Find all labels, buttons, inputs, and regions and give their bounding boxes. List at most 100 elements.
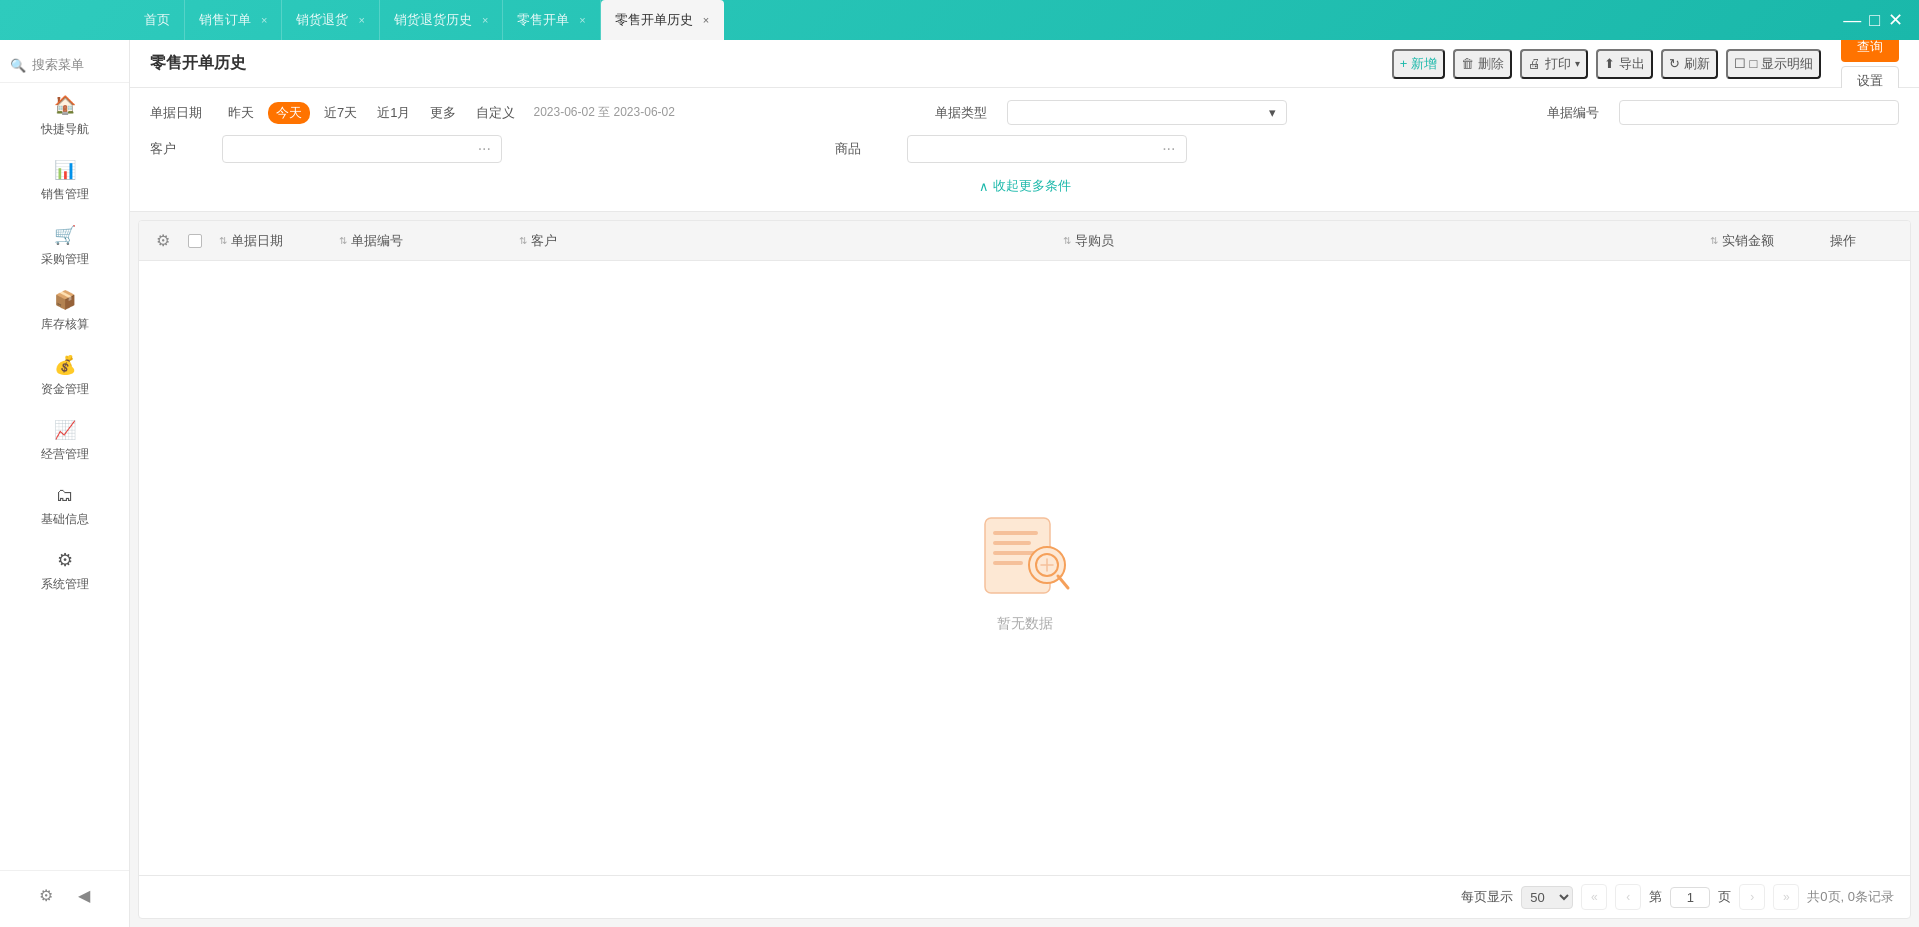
type-filter-label: 单据类型 [935, 104, 991, 122]
sidebar-item-sales-mgmt[interactable]: 📊 销售管理 [0, 148, 129, 213]
table-select-all[interactable] [179, 234, 211, 248]
th-guide[interactable]: ⇅ 导购员 [1055, 232, 1175, 250]
svg-rect-2 [993, 541, 1031, 545]
tab-retail-open-history[interactable]: 零售开单历史 × [601, 0, 724, 40]
date-opt-custom[interactable]: 自定义 [470, 102, 521, 124]
main-layout: 🔍 搜索菜单 🏠 快捷导航 📊 销售管理 🛒 采购管理 📦 库存核算 💰 资金管… [0, 40, 1919, 927]
sidebar-item-sys-mgmt[interactable]: ⚙ 系统管理 [0, 538, 129, 603]
tab-retail-open-history-close[interactable]: × [703, 14, 709, 26]
per-page-label: 每页显示 [1461, 888, 1513, 906]
sidebar-bottom: ⚙ ◀ [0, 870, 129, 919]
sidebar-item-business[interactable]: 📈 经营管理 [0, 408, 129, 473]
prev-page-btn[interactable]: ‹ [1615, 884, 1641, 910]
product-filter-label: 商品 [835, 140, 891, 158]
sidebar-item-base-info[interactable]: 🗂 基础信息 [0, 473, 129, 538]
svg-rect-4 [993, 561, 1023, 565]
collapse-button[interactable]: ∧ 收起更多条件 [967, 173, 1083, 199]
sidebar-item-purchase-mgmt[interactable]: 🛒 采购管理 [0, 213, 129, 278]
minimize-btn[interactable]: — [1843, 10, 1861, 31]
tab-retail-open-close[interactable]: × [579, 14, 585, 26]
date-opt-today[interactable]: 今天 [268, 102, 310, 124]
type-select[interactable]: ▾ [1007, 100, 1287, 125]
select-all-checkbox[interactable] [188, 234, 202, 248]
show-detail-button[interactable]: ☐ □ 显示明细 [1726, 49, 1821, 79]
th-date-sort-icon: ⇅ [219, 235, 227, 246]
th-amount[interactable]: ⇅ 实销金额 [1702, 232, 1822, 250]
content-area: 零售开单历史 + 新增 🗑 删除 🖨 打印 ▾ ⬆ 导出 ↻ [130, 40, 1919, 927]
checkbox-icon: ☐ [1734, 56, 1746, 71]
page-header: 零售开单历史 + 新增 🗑 删除 🖨 打印 ▾ ⬆ 导出 ↻ [130, 40, 1919, 88]
print-dropdown-icon: ▾ [1575, 58, 1580, 69]
close-btn[interactable]: ✕ [1888, 9, 1903, 31]
date-opt-yesterday[interactable]: 昨天 [222, 102, 260, 124]
svg-rect-1 [993, 531, 1038, 535]
per-page-select[interactable]: 50 10 20 100 [1521, 886, 1573, 909]
table-area: ⚙ ⇅ 单据日期 ⇅ 单据编号 ⇅ 客户 ⇅ 导购员 [138, 220, 1911, 919]
tab-home[interactable]: 首页 [130, 0, 185, 40]
purchase-mgmt-icon: 🛒 [53, 223, 77, 247]
sidebar-item-inventory-label: 库存核算 [41, 316, 89, 333]
print-button[interactable]: 🖨 打印 ▾ [1520, 49, 1588, 79]
sidebar-item-quick-nav-label: 快捷导航 [41, 121, 89, 138]
th-date[interactable]: ⇅ 单据日期 [211, 232, 331, 250]
th-customer[interactable]: ⇅ 客户 [511, 232, 1055, 250]
sidebar-settings-btn[interactable]: ⚙ [30, 879, 62, 911]
tab-sales-order-close[interactable]: × [261, 14, 267, 26]
refresh-icon: ↻ [1669, 56, 1680, 71]
tab-retail-open-label: 零售开单 [517, 11, 569, 29]
query-button[interactable]: 查询 [1841, 40, 1899, 62]
date-range-display: 2023-06-02 至 2023-06-02 [533, 104, 674, 121]
tab-sales-return-label: 销货退货 [296, 11, 348, 29]
sidebar-item-inventory[interactable]: 📦 库存核算 [0, 278, 129, 343]
export-label: 导出 [1619, 55, 1645, 73]
empty-text: 暂无数据 [997, 615, 1053, 633]
tab-sales-return[interactable]: 销货退货 × [282, 0, 379, 40]
product-select[interactable]: ··· [907, 135, 1187, 163]
product-dots: ··· [1162, 140, 1175, 158]
empty-illustration [965, 503, 1085, 603]
sidebar-search[interactable]: 🔍 搜索菜单 [0, 48, 129, 83]
date-opt-more[interactable]: 更多 [424, 102, 462, 124]
sidebar-collapse-btn[interactable]: ◀ [68, 879, 100, 911]
top-bar: 首页 销售订单 × 销货退货 × 销货退货历史 × 零售开单 × 零售开单历史 … [0, 0, 1919, 40]
delete-button[interactable]: 🗑 删除 [1453, 49, 1512, 79]
number-input[interactable] [1619, 100, 1899, 125]
last-page-btn[interactable]: » [1773, 884, 1799, 910]
tab-retail-open[interactable]: 零售开单 × [503, 0, 600, 40]
th-guide-sort-icon: ⇅ [1063, 235, 1071, 246]
tab-sales-return-history-label: 销货退货历史 [394, 11, 472, 29]
tab-sales-order[interactable]: 销售订单 × [185, 0, 282, 40]
tab-sales-return-history[interactable]: 销货退货历史 × [380, 0, 503, 40]
th-customer-label: 客户 [531, 232, 557, 250]
sidebar-item-quick-nav[interactable]: 🏠 快捷导航 [0, 83, 129, 148]
th-date-label: 单据日期 [231, 232, 283, 250]
next-page-btn[interactable]: › [1739, 884, 1765, 910]
table-settings-icon[interactable]: ⚙ [147, 231, 179, 250]
quick-nav-icon: 🏠 [53, 93, 77, 117]
print-label: 打印 [1545, 55, 1571, 73]
customer-dots: ··· [478, 140, 491, 158]
table-header: ⚙ ⇅ 单据日期 ⇅ 单据编号 ⇅ 客户 ⇅ 导购员 [139, 221, 1910, 261]
add-button[interactable]: + 新增 [1392, 49, 1445, 79]
th-number[interactable]: ⇅ 单据编号 [331, 232, 511, 250]
th-action: 操作 [1822, 232, 1902, 250]
first-page-btn[interactable]: « [1581, 884, 1607, 910]
tab-sales-return-close[interactable]: × [358, 14, 364, 26]
base-info-icon: 🗂 [53, 483, 77, 507]
export-icon: ⬆ [1604, 56, 1615, 71]
page-input[interactable] [1670, 887, 1710, 908]
export-button[interactable]: ⬆ 导出 [1596, 49, 1653, 79]
type-dropdown-icon: ▾ [1269, 105, 1276, 120]
maximize-btn[interactable]: □ [1869, 10, 1880, 31]
tab-sales-return-history-close[interactable]: × [482, 14, 488, 26]
tab-retail-open-history-label: 零售开单历史 [615, 11, 693, 29]
customer-select[interactable]: ··· [222, 135, 502, 163]
date-opt-7days[interactable]: 近7天 [318, 102, 363, 124]
inventory-icon: 📦 [53, 288, 77, 312]
th-customer-sort-icon: ⇅ [519, 235, 527, 246]
sales-mgmt-icon: 📊 [53, 158, 77, 182]
sidebar-item-finance[interactable]: 💰 资金管理 [0, 343, 129, 408]
tab-home-label: 首页 [144, 11, 170, 29]
refresh-button[interactable]: ↻ 刷新 [1661, 49, 1718, 79]
date-opt-1month[interactable]: 近1月 [371, 102, 416, 124]
